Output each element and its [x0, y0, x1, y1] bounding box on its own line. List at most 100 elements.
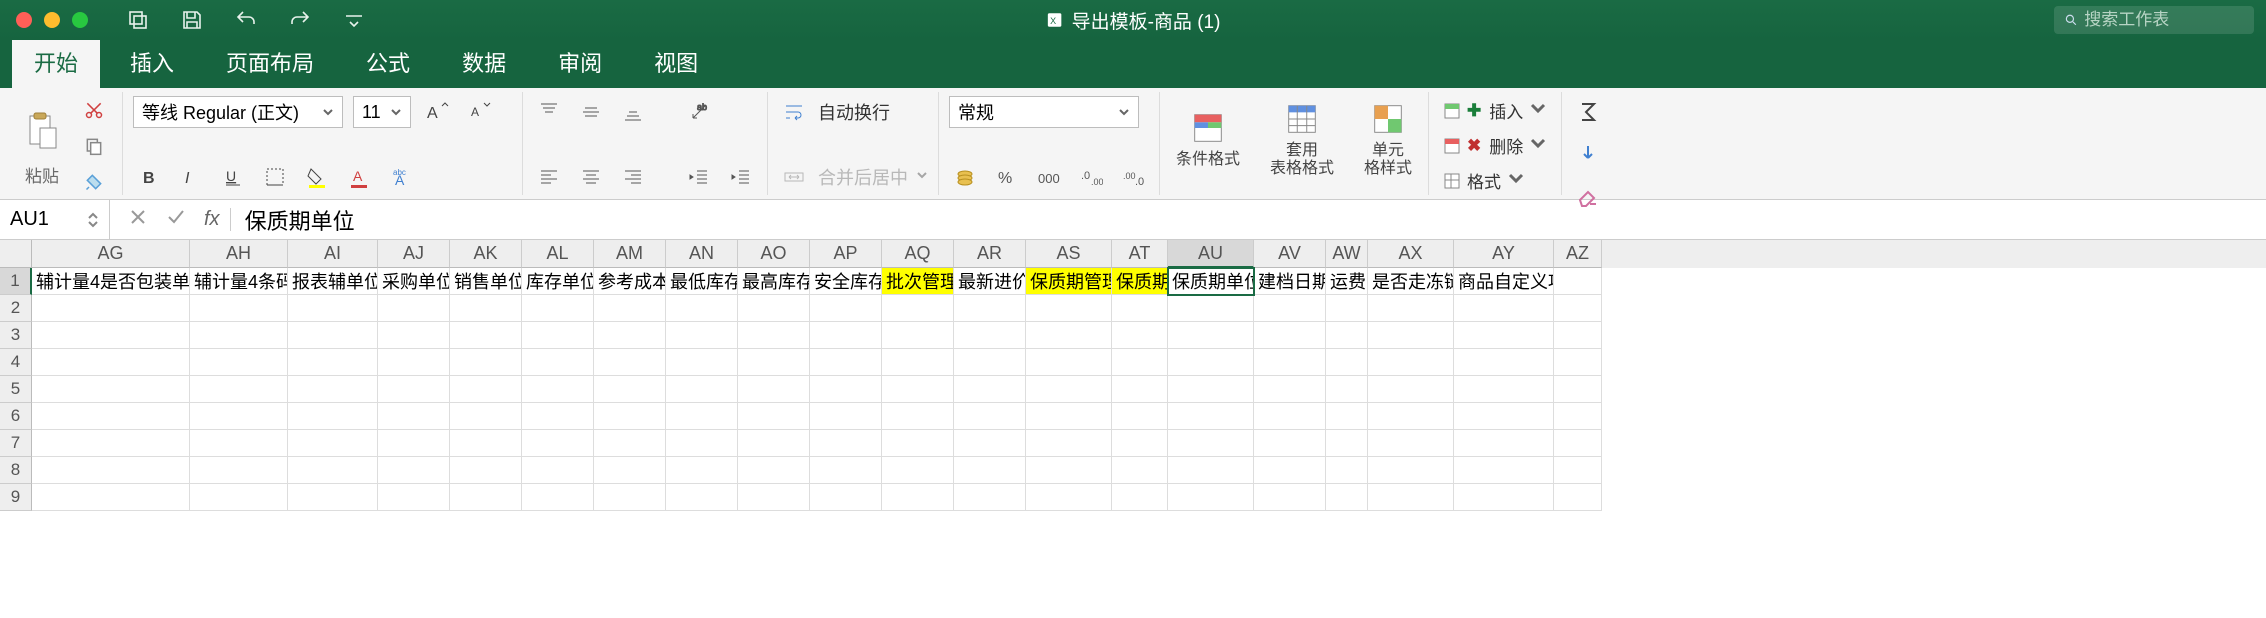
autosum-icon[interactable]	[1572, 96, 1604, 128]
cell[interactable]	[1026, 484, 1112, 511]
cell[interactable]	[738, 430, 810, 457]
cell[interactable]	[666, 430, 738, 457]
cell[interactable]	[738, 349, 810, 376]
formula-value[interactable]: 保质期单位	[231, 204, 369, 236]
cell[interactable]	[810, 430, 882, 457]
cell[interactable]	[954, 403, 1026, 430]
cell[interactable]	[32, 349, 190, 376]
save-icon[interactable]	[176, 4, 208, 36]
cell[interactable]	[1026, 376, 1112, 403]
percent-icon[interactable]: %	[991, 161, 1023, 193]
cell[interactable]: 最高库存	[738, 268, 810, 295]
row-header[interactable]: 2	[0, 295, 32, 322]
cell[interactable]	[954, 457, 1026, 484]
italic-icon[interactable]: I	[175, 161, 207, 193]
cell[interactable]	[738, 457, 810, 484]
cell[interactable]	[1326, 376, 1368, 403]
increase-decimal-icon[interactable]: .0.00	[1075, 161, 1107, 193]
cell[interactable]	[1026, 403, 1112, 430]
name-box[interactable]: AU1	[0, 200, 110, 239]
cell[interactable]	[594, 295, 666, 322]
cell[interactable]	[594, 484, 666, 511]
cell[interactable]	[1554, 403, 1602, 430]
cell[interactable]	[190, 484, 288, 511]
cell[interactable]	[1368, 295, 1454, 322]
orientation-icon[interactable]: ab	[683, 96, 715, 128]
align-right-icon[interactable]	[617, 161, 649, 193]
cell[interactable]	[1554, 295, 1602, 322]
minimize-button[interactable]	[44, 12, 60, 28]
cell[interactable]: 库存单位	[522, 268, 594, 295]
cell[interactable]	[32, 457, 190, 484]
insert-button[interactable]: ✚插入	[1439, 96, 1551, 125]
cell[interactable]	[738, 295, 810, 322]
cell[interactable]: 参考成本	[594, 268, 666, 295]
cell[interactable]	[32, 322, 190, 349]
cell[interactable]	[1326, 295, 1368, 322]
tab-开始[interactable]: 开始	[12, 36, 100, 88]
cell[interactable]	[1168, 295, 1254, 322]
cell[interactable]	[594, 376, 666, 403]
cell[interactable]	[738, 322, 810, 349]
cell[interactable]	[882, 349, 954, 376]
cell[interactable]	[522, 376, 594, 403]
cell[interactable]	[738, 484, 810, 511]
cell[interactable]: 保质期单位	[1168, 268, 1254, 295]
search-input[interactable]	[2084, 10, 2244, 30]
cell[interactable]	[1368, 430, 1454, 457]
cell[interactable]	[1454, 457, 1554, 484]
cell[interactable]	[288, 295, 378, 322]
cell[interactable]: 最新进价	[954, 268, 1026, 295]
cell[interactable]	[1554, 376, 1602, 403]
redo-icon[interactable]	[284, 4, 316, 36]
cell[interactable]	[1026, 322, 1112, 349]
comma-icon[interactable]: 000	[1033, 161, 1065, 193]
cell[interactable]	[288, 403, 378, 430]
cell[interactable]	[1168, 376, 1254, 403]
column-headers[interactable]: AGAHAIAJAKALAMANAOAPAQARASATAUAVAWAXAYAZ	[32, 240, 2266, 268]
fx-label[interactable]: fx	[204, 208, 231, 231]
cell[interactable]	[522, 403, 594, 430]
cell[interactable]	[1254, 457, 1326, 484]
cell[interactable]	[882, 403, 954, 430]
cell[interactable]	[666, 457, 738, 484]
font-family-select[interactable]: 等线 Regular (正文)	[133, 96, 343, 128]
row-header[interactable]: 4	[0, 349, 32, 376]
cell[interactable]	[190, 403, 288, 430]
cell[interactable]	[594, 457, 666, 484]
cell[interactable]	[810, 349, 882, 376]
conditional-format-button[interactable]: 条件格式	[1170, 105, 1246, 173]
cell[interactable]: 保质期	[1112, 268, 1168, 295]
cell[interactable]	[1368, 322, 1454, 349]
font-size-select[interactable]: 11	[353, 96, 411, 128]
cell[interactable]	[1326, 430, 1368, 457]
cell[interactable]	[1368, 349, 1454, 376]
cell[interactable]	[522, 295, 594, 322]
confirm-formula-icon[interactable]	[166, 207, 186, 232]
cell[interactable]: 是否走冻链	[1368, 268, 1454, 295]
cell[interactable]	[1112, 403, 1168, 430]
row-header[interactable]: 1	[0, 268, 32, 295]
col-header-AU[interactable]: AU	[1168, 240, 1254, 268]
cell[interactable]	[1326, 457, 1368, 484]
cell[interactable]: 辅计量4条码	[190, 268, 288, 295]
cell[interactable]	[450, 403, 522, 430]
cell[interactable]	[32, 403, 190, 430]
cell[interactable]	[1168, 403, 1254, 430]
increase-indent-icon[interactable]	[725, 161, 757, 193]
number-format-select[interactable]: 常规	[949, 96, 1139, 128]
cell[interactable]	[954, 295, 1026, 322]
close-button[interactable]	[16, 12, 32, 28]
cell[interactable]	[1112, 457, 1168, 484]
fill-icon[interactable]	[1572, 138, 1604, 170]
cell[interactable]	[1168, 457, 1254, 484]
cell[interactable]	[1454, 295, 1554, 322]
paste-button[interactable]	[18, 106, 66, 154]
cell[interactable]	[190, 430, 288, 457]
cell[interactable]	[1554, 268, 1602, 295]
cell[interactable]	[666, 322, 738, 349]
cell[interactable]	[1168, 322, 1254, 349]
cell[interactable]	[882, 430, 954, 457]
row-header[interactable]: 6	[0, 403, 32, 430]
decrease-font-icon[interactable]: A	[463, 96, 495, 128]
